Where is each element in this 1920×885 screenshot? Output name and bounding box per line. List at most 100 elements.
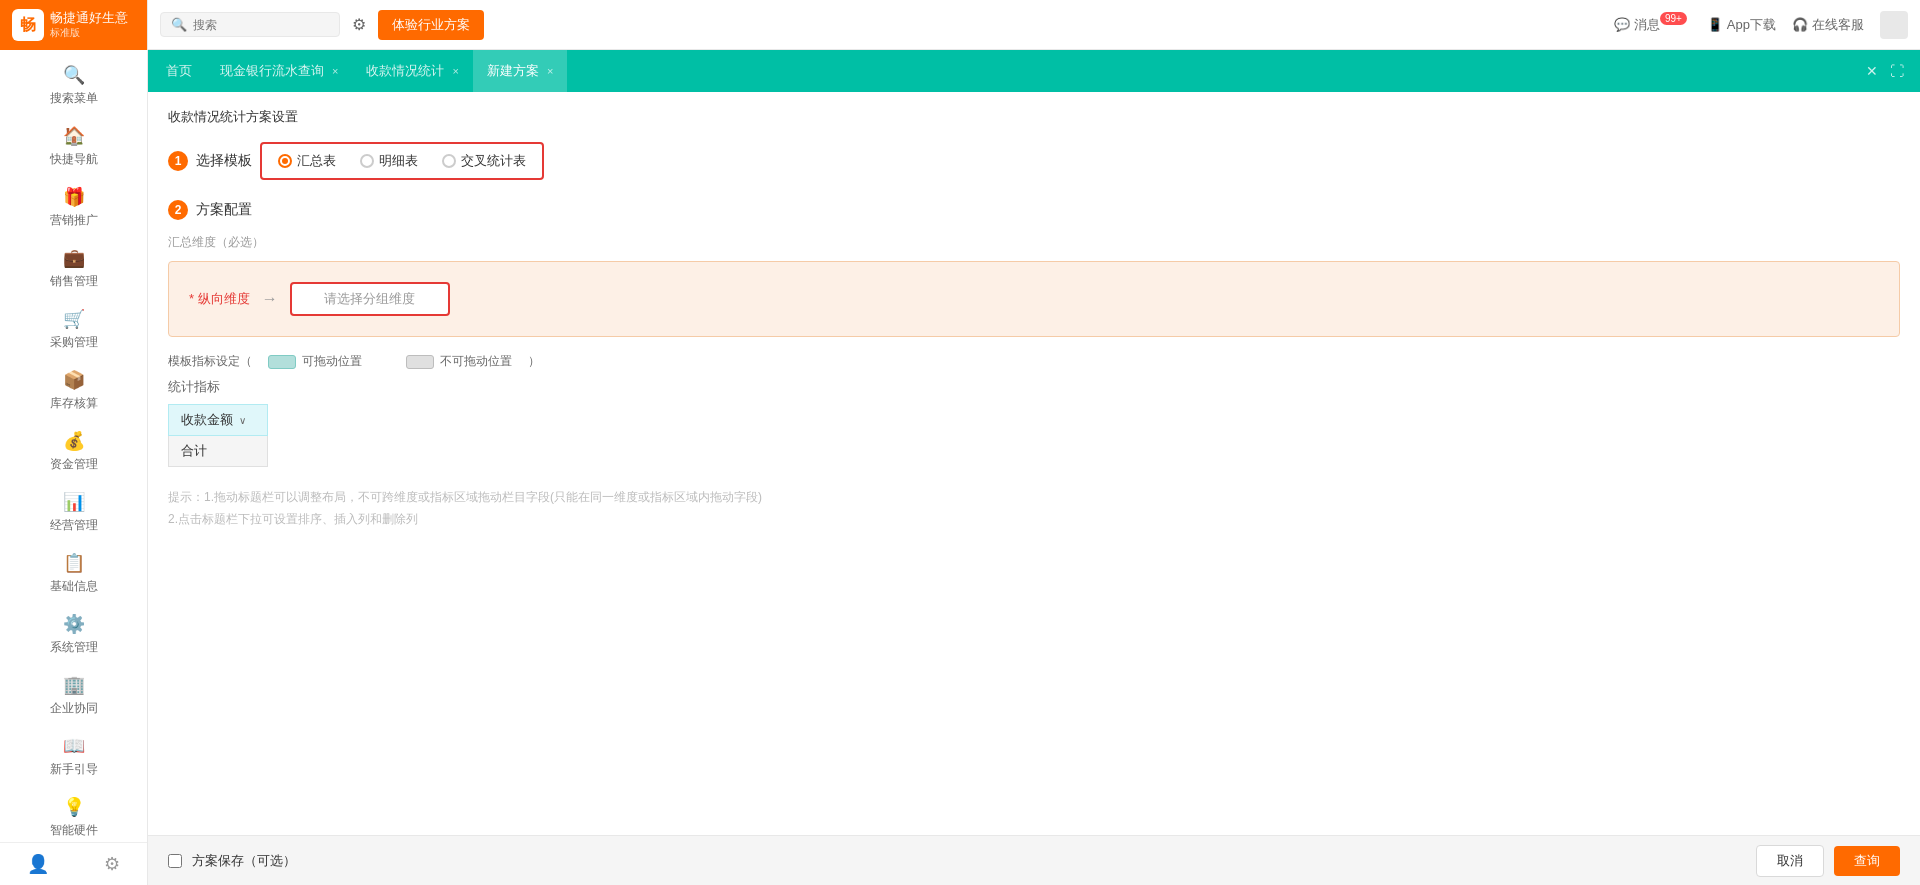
tab-collection-stats[interactable]: 收款情况统计 ×: [352, 50, 472, 92]
nav-icon: 🔍: [63, 64, 85, 86]
app-download-item[interactable]: 📱 App下载: [1707, 16, 1776, 34]
sidebar-item-销售管理[interactable]: 💼销售管理: [0, 237, 147, 298]
metrics-header-cell[interactable]: 收款金额 ∨: [168, 404, 268, 436]
sidebar-bottom-icon-2[interactable]: ⚙: [104, 853, 120, 875]
nav-icon: 💼: [63, 247, 85, 269]
online-service-label: 在线客服: [1812, 16, 1864, 34]
draggable-legend-label: 可拖动位置: [302, 353, 362, 370]
nav-label: 基础信息: [50, 578, 98, 595]
sidebar-item-资金管理[interactable]: 💰 资金管理: [0, 420, 147, 481]
sidebar-item-采购管理[interactable]: 🛒 采购管理: [0, 298, 147, 359]
search-input[interactable]: [193, 18, 313, 32]
page-content: 收款情况统计方案设置 1 选择模板 汇总表 明细表: [148, 92, 1920, 835]
nav-label: 经营管理: [50, 517, 98, 534]
metrics-legend: 模板指标设定（ 可拖动位置 不可拖动位置 ）: [168, 353, 1900, 370]
sidebar-item-库存核算[interactable]: 📦库存核算: [0, 359, 147, 420]
vertical-dimension-label: 纵向维度: [189, 290, 250, 308]
online-service-item[interactable]: 🎧 在线客服: [1792, 16, 1864, 34]
radio-detail-label: 明细表: [379, 152, 418, 170]
tab-new-plan-label: 新建方案: [487, 62, 539, 80]
notification-label: 消息: [1634, 16, 1660, 34]
sidebar-nav: 🔍 搜索菜单 🏠快捷导航 🎁 营销推广 💼销售管理 🛒 采购管理 📦库存核算 💰 资金管理 📊 经营管理…: [0, 50, 147, 842]
sidebar: 畅 畅捷通好生意 标准版 🔍 搜索菜单 🏠快捷导航 🎁 营销推广 💼销售管理 🛒 采购管理 📦库…: [0, 0, 148, 885]
notification-icon: 💬: [1614, 17, 1630, 32]
step2-title: 方案配置: [196, 201, 252, 219]
non-draggable-legend-label: 不可拖动位置: [440, 353, 512, 370]
header-search-box[interactable]: 🔍: [160, 12, 340, 37]
maximize-icon[interactable]: ⛶: [1890, 63, 1904, 79]
hint-2: 2.点击标题栏下拉可设置排序、插入列和删除列: [168, 509, 1900, 531]
query-button[interactable]: 查询: [1834, 846, 1900, 876]
hint-section: 提示：1.拖动标题栏可以调整布局，不可跨维度或指标区域拖动栏目字段(只能在同一维…: [168, 487, 1900, 530]
radio-cross[interactable]: 交叉统计表: [442, 152, 526, 170]
radio-summary[interactable]: 汇总表: [278, 152, 336, 170]
nav-icon: 🏢: [63, 674, 85, 696]
tab-home[interactable]: 首页: [152, 50, 206, 92]
nav-icon: 🎁: [63, 186, 85, 208]
tab-bank-flow-label: 现金银行流水查询: [220, 62, 324, 80]
logo-badge: 标准版: [50, 26, 128, 40]
sidebar-item-系统管理[interactable]: ⚙️系统管理: [0, 603, 147, 664]
nav-label: 搜索菜单: [50, 90, 98, 107]
sidebar-logo: 畅 畅捷通好生意 标准版: [0, 0, 147, 50]
sidebar-item-新手引导[interactable]: 📖新手引导: [0, 725, 147, 786]
step2-header: 2 方案配置: [168, 200, 1900, 220]
close-window-icon[interactable]: ✕: [1866, 63, 1878, 79]
nav-icon: 🏠: [63, 125, 85, 147]
main-area: 🔍 ⚙ 体验行业方案 💬 消息 99+ 📱 App下载 🎧 在线客服: [148, 0, 1920, 885]
sidebar-item-基础信息[interactable]: 📋基础信息: [0, 542, 147, 603]
step1-number: 1: [168, 151, 188, 171]
dimension-input-box[interactable]: 请选择分组维度: [290, 282, 450, 316]
sidebar-bottom-icon-1[interactable]: 👤: [27, 853, 49, 875]
radio-summary-label: 汇总表: [297, 152, 336, 170]
dimension-group-label: 汇总维度（必选）: [168, 234, 1900, 251]
nav-label: 系统管理: [50, 639, 98, 656]
radio-detail[interactable]: 明细表: [360, 152, 418, 170]
tab-collection-stats-close[interactable]: ×: [452, 65, 458, 77]
nav-icon: 📖: [63, 735, 85, 757]
tab-new-plan-close[interactable]: ×: [547, 65, 553, 77]
avatar[interactable]: [1880, 11, 1908, 39]
radio-cross-circle: [442, 154, 456, 168]
sidebar-item-企业协同[interactable]: 🏢企业协同: [0, 664, 147, 725]
legend-close: ）: [528, 353, 540, 370]
sidebar-item-营销推广[interactable]: 🎁 营销推广: [0, 176, 147, 237]
step2-number: 2: [168, 200, 188, 220]
service-icon: 🎧: [1792, 17, 1808, 32]
template-options: 汇总表 明细表 交叉统计表: [260, 142, 544, 180]
radio-detail-circle: [360, 154, 374, 168]
metrics-total-row: 合计: [168, 436, 1900, 467]
sidebar-item-经营管理[interactable]: 📊 经营管理: [0, 481, 147, 542]
cancel-button[interactable]: 取消: [1756, 845, 1824, 877]
nav-label: 采购管理: [50, 334, 98, 351]
notification-item[interactable]: 💬 消息 99+: [1614, 16, 1691, 34]
sidebar-item-快捷导航[interactable]: 🏠快捷导航: [0, 115, 147, 176]
nav-icon: 📦: [63, 369, 85, 391]
sidebar-item-智能硬件[interactable]: 💡 智能硬件: [0, 786, 147, 842]
save-checkbox-label: 方案保存（可选）: [192, 852, 296, 870]
sidebar-bottom: 👤 ⚙: [0, 842, 147, 885]
tab-new-plan[interactable]: 新建方案 ×: [473, 50, 567, 92]
nav-label: 智能硬件: [50, 822, 98, 839]
nav-icon: 💰: [63, 430, 85, 452]
tab-window-btns: ✕ ⛶: [1866, 63, 1916, 79]
legend-draggable: 可拖动位置: [268, 353, 362, 370]
nav-label: 资金管理: [50, 456, 98, 473]
metrics-label: 统计指标: [168, 378, 1900, 396]
non-draggable-legend-box: [406, 355, 434, 369]
tab-bank-flow-close[interactable]: ×: [332, 65, 338, 77]
nav-icon: 💡: [63, 796, 85, 818]
metrics-total-cell: 合计: [168, 436, 268, 467]
industry-btn[interactable]: 体验行业方案: [378, 10, 484, 40]
sidebar-item-搜索菜单[interactable]: 🔍 搜索菜单: [0, 54, 147, 115]
nav-icon: 📊: [63, 491, 85, 513]
gear-icon[interactable]: ⚙: [352, 15, 366, 34]
tab-bar: 首页 现金银行流水查询 × 收款情况统计 × 新建方案 × ✕ ⛶: [148, 50, 1920, 92]
breadcrumb: 收款情况统计方案设置: [168, 108, 1900, 126]
nav-label: 营销推广: [50, 212, 98, 229]
save-checkbox[interactable]: [168, 854, 182, 868]
tab-bank-flow[interactable]: 现金银行流水查询 ×: [206, 50, 352, 92]
metric-dropdown-arrow[interactable]: ∨: [239, 415, 246, 426]
metrics-header-row: 收款金额 ∨: [168, 404, 1900, 436]
nav-icon: 🛒: [63, 308, 85, 330]
